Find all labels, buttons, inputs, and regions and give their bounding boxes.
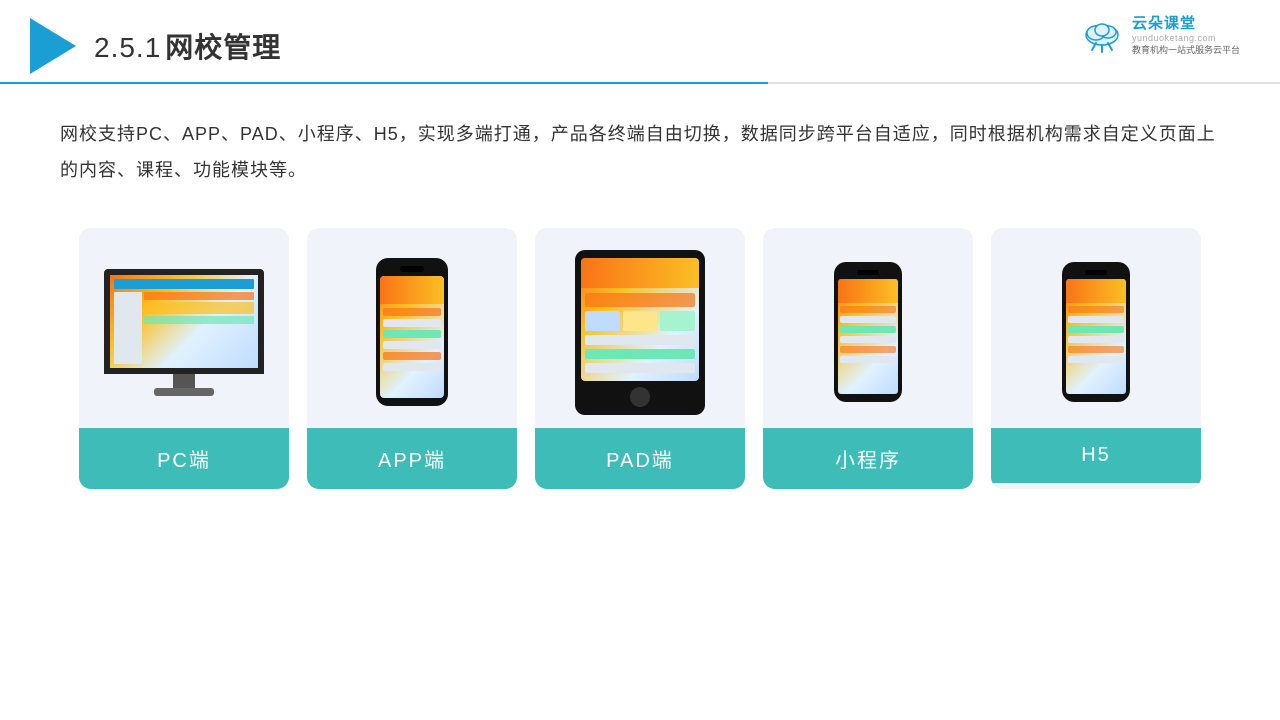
platform-cards: PC端 APP端 — [0, 208, 1280, 489]
card-pad-image — [535, 228, 745, 428]
card-h5: H5 — [991, 228, 1201, 489]
card-pc-image — [79, 228, 289, 428]
card-pad-label: PAD端 — [535, 428, 745, 489]
card-app: APP端 — [307, 228, 517, 489]
brand-text-block: 云朵课堂 yunduoketang.com 教育机构一站式服务云平台 — [1132, 12, 1240, 56]
card-pc: PC端 — [79, 228, 289, 489]
card-h5-label: H5 — [991, 428, 1201, 483]
card-miniapp-label: 小程序 — [763, 428, 973, 489]
card-app-image — [307, 228, 517, 428]
pad-tablet-icon — [575, 250, 705, 415]
cloud-icon — [1080, 15, 1124, 53]
card-app-label: APP端 — [307, 428, 517, 489]
brand-slogan: 教育机构一站式服务云平台 — [1132, 43, 1240, 56]
card-miniapp: 小程序 — [763, 228, 973, 489]
miniapp-phone-icon — [834, 262, 902, 402]
logo-triangle-icon — [30, 18, 76, 74]
header: 2.5.1网校管理 云朵课堂 yunduoketang.com 教育机构一站式服… — [0, 0, 1280, 74]
card-pc-label: PC端 — [79, 428, 289, 489]
app-phone-icon — [376, 258, 448, 406]
brand-url: yunduoketang.com — [1132, 33, 1216, 43]
brand-logo: 云朵课堂 yunduoketang.com 教育机构一站式服务云平台 — [1080, 12, 1240, 56]
card-pad: PAD端 — [535, 228, 745, 489]
brand-name: 云朵课堂 — [1132, 12, 1196, 33]
h5-phone-icon — [1062, 262, 1130, 402]
page-title: 2.5.1网校管理 — [94, 26, 281, 66]
card-miniapp-image — [763, 228, 973, 428]
card-h5-image — [991, 228, 1201, 428]
pc-monitor-icon — [99, 269, 269, 396]
description-text: 网校支持PC、APP、PAD、小程序、H5，实现多端打通，产品各终端自由切换，数… — [0, 84, 1280, 208]
